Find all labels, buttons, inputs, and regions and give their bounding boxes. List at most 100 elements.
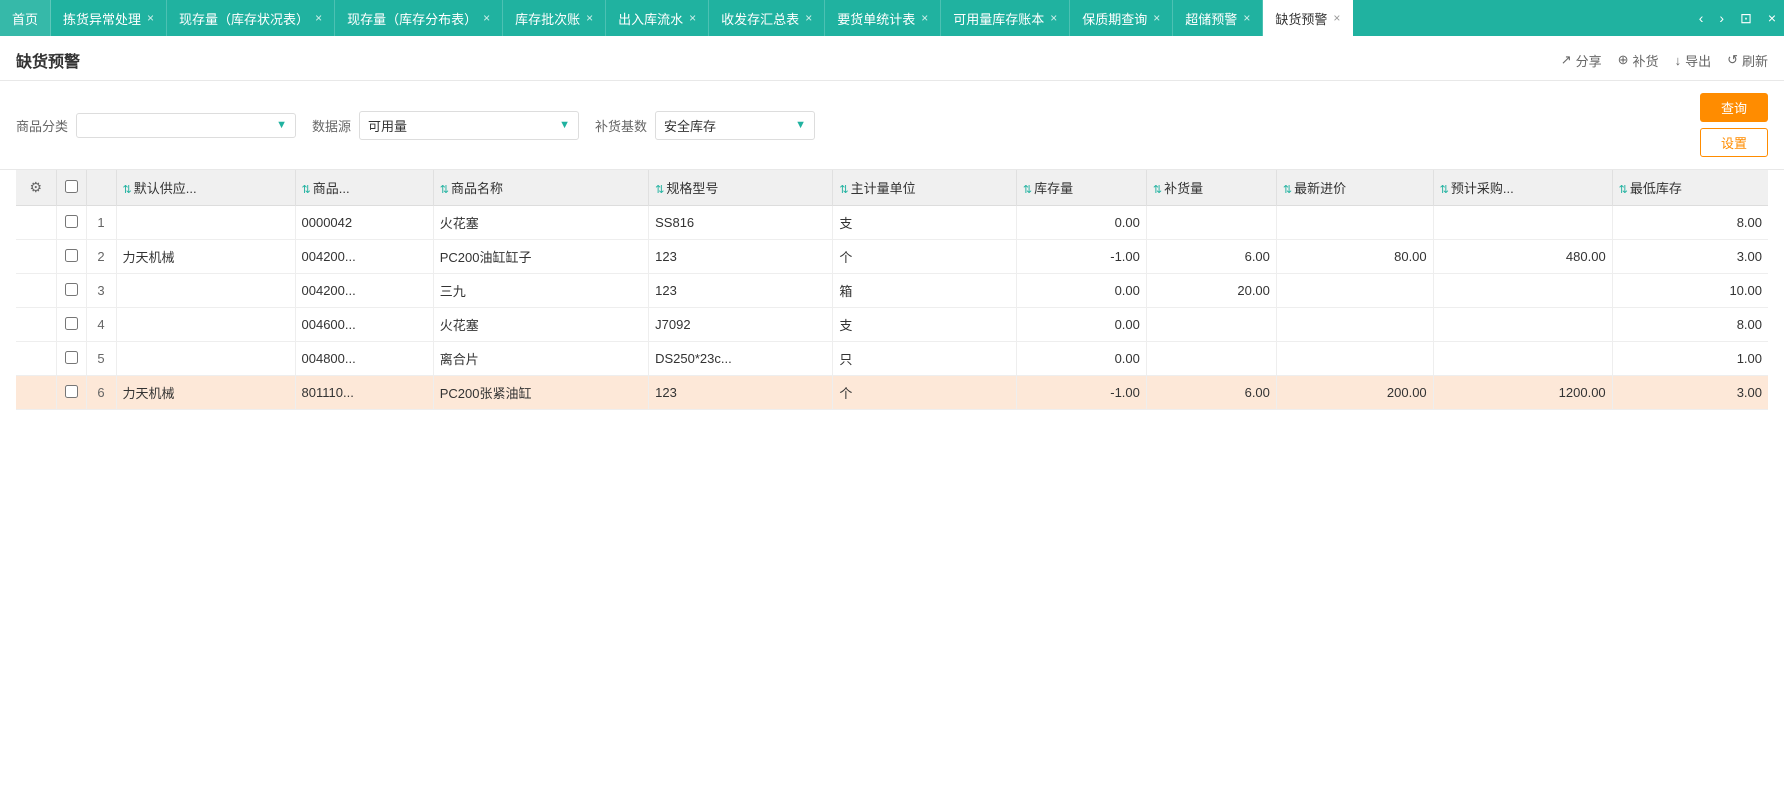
tab-close-overstock[interactable]: × xyxy=(1243,11,1250,25)
cell-unit-0: 支 xyxy=(833,206,1016,240)
row-checkbox-4[interactable] xyxy=(65,351,78,364)
export-button[interactable]: ↓ 导出 xyxy=(1675,51,1712,70)
cell-min_stock-2: 10.00 xyxy=(1612,274,1768,308)
cell-est_purchase-0 xyxy=(1433,206,1612,240)
tab-close-expiry-query[interactable]: × xyxy=(1153,11,1160,25)
cell-replenish_qty-0 xyxy=(1146,206,1276,240)
tab-recv-summary[interactable]: 收发存汇总表 × xyxy=(709,0,825,36)
datasource-value: 可用量 xyxy=(368,116,407,135)
category-select[interactable]: ▼ xyxy=(76,113,296,138)
cell-spec-4: DS250*23c... xyxy=(649,342,833,376)
table-row[interactable]: 2力天机械004200...PC200油缸缸子123个-1.006.0080.0… xyxy=(16,240,1768,274)
share-button[interactable]: ↗ 分享 xyxy=(1561,51,1602,70)
sort-icon-product_name[interactable]: ⇅ xyxy=(440,184,449,196)
table-row[interactable]: 3004200...三九123箱0.0020.0010.00 xyxy=(16,274,1768,308)
tab-restore-btn[interactable]: ⊡ xyxy=(1732,0,1760,36)
tab-expiry-query[interactable]: 保质期查询× xyxy=(1070,0,1173,36)
datasource-select[interactable]: 可用量 ▼ xyxy=(359,111,579,140)
sort-icon-stock_qty[interactable]: ⇅ xyxy=(1023,184,1032,196)
sort-icon-latest_price[interactable]: ⇅ xyxy=(1283,184,1292,196)
table-row[interactable]: 6力天机械801110...PC200张紧油缸123个-1.006.00200.… xyxy=(16,376,1768,410)
row-checkbox-1[interactable] xyxy=(65,249,78,262)
filter-bar: 商品分类 ▼ 数据源 可用量 ▼ 补货基数 安全库存 ▼ 查询 设置 xyxy=(0,81,1784,170)
sort-icon-est_purchase[interactable]: ⇅ xyxy=(1440,184,1449,196)
row-check-4[interactable] xyxy=(56,342,86,376)
cell-unit-5: 个 xyxy=(833,376,1016,410)
page-header: 缺货预警 ↗ 分享 ⊕ 补货 ↓ 导出 ↺ 刷新 xyxy=(0,36,1784,81)
tab-home[interactable]: 首页 xyxy=(0,0,51,36)
query-button[interactable]: 查询 xyxy=(1700,93,1768,122)
row-checkbox-2[interactable] xyxy=(65,283,78,296)
refresh-button[interactable]: ↺ 刷新 xyxy=(1727,51,1768,70)
tab-available-ledger[interactable]: 可用量库存账本× xyxy=(941,0,1070,36)
tab-close-in-out-flow[interactable]: × xyxy=(689,11,696,25)
tab-proc-abnormal[interactable]: 拣货异常处理× xyxy=(51,0,167,36)
th-product_name: ⇅商品名称 xyxy=(433,170,648,206)
row-checkbox-5[interactable] xyxy=(65,385,78,398)
cell-latest_price-0 xyxy=(1276,206,1433,240)
row-check-5[interactable] xyxy=(56,376,86,410)
cell-stock_qty-3: 0.00 xyxy=(1016,308,1146,342)
tab-close-demand-stats[interactable]: × xyxy=(921,11,928,25)
tab-demand-stats[interactable]: 要货单统计表× xyxy=(825,0,941,36)
row-checkbox-0[interactable] xyxy=(65,215,78,228)
tab-next-btn[interactable]: › xyxy=(1711,0,1732,36)
sort-icon-spec[interactable]: ⇅ xyxy=(655,184,664,196)
replenish-button[interactable]: ⊕ 补货 xyxy=(1618,51,1659,70)
settings-button[interactable]: 设置 xyxy=(1700,128,1768,157)
cell-stock_qty-0: 0.00 xyxy=(1016,206,1146,240)
tab-close-available-ledger[interactable]: × xyxy=(1050,11,1057,25)
cell-spec-0: SS816 xyxy=(649,206,833,240)
gear-icon[interactable]: ⚙ xyxy=(29,179,42,195)
cell-default_supplier-3 xyxy=(116,308,295,342)
tab-close-inventory-dist[interactable]: × xyxy=(483,11,490,25)
cell-min_stock-4: 1.00 xyxy=(1612,342,1768,376)
cell-unit-1: 个 xyxy=(833,240,1016,274)
tab-shortage[interactable]: 缺货预警× xyxy=(1263,0,1353,36)
cell-product_name-4: 离合片 xyxy=(433,342,648,376)
category-value xyxy=(85,118,89,133)
sort-icon-default_supplier[interactable]: ⇅ xyxy=(123,184,132,196)
cell-product_name-5: PC200张紧油缸 xyxy=(433,376,648,410)
tab-close-recv-summary[interactable]: × xyxy=(805,11,812,25)
cell-min_stock-5: 3.00 xyxy=(1612,376,1768,410)
sort-icon-min_stock[interactable]: ⇅ xyxy=(1619,184,1628,196)
tab-close-btn[interactable]: × xyxy=(1760,0,1784,36)
cell-default_supplier-2 xyxy=(116,274,295,308)
row-checkbox-3[interactable] xyxy=(65,317,78,330)
tab-label-in-out-flow: 出入库流水 xyxy=(618,9,683,28)
tab-label-recv-summary: 收发存汇总表 xyxy=(721,9,799,28)
tab-in-out-flow[interactable]: 出入库流水 × xyxy=(606,0,709,36)
table-row[interactable]: 10000042火花塞SS816支0.008.00 xyxy=(16,206,1768,240)
row-check-1[interactable] xyxy=(56,240,86,274)
tab-close-shortage[interactable]: × xyxy=(1333,11,1340,25)
row-check-0[interactable] xyxy=(56,206,86,240)
tab-close-proc-abnormal[interactable]: × xyxy=(147,11,154,25)
replenish-icon: ⊕ xyxy=(1618,52,1629,68)
tab-prev-btn[interactable]: ‹ xyxy=(1691,0,1712,36)
row-check-2[interactable] xyxy=(56,274,86,308)
replenish-base-select[interactable]: 安全库存 ▼ xyxy=(655,111,815,140)
category-label: 商品分类 xyxy=(16,116,68,135)
tab-batch-account[interactable]: 库存批次账× xyxy=(503,0,606,36)
tab-inventory-dist[interactable]: 现存量（库存分布表）× xyxy=(335,0,503,36)
row-gear-2 xyxy=(16,274,56,308)
cell-product_name-3: 火花塞 xyxy=(433,308,648,342)
tab-close-batch-account[interactable]: × xyxy=(586,11,593,25)
sort-icon-product_code[interactable]: ⇅ xyxy=(302,184,311,196)
th-gear[interactable]: ⚙ xyxy=(16,170,56,206)
sort-icon-unit[interactable]: ⇅ xyxy=(839,184,848,196)
tab-overstock[interactable]: 超储预警× xyxy=(1173,0,1263,36)
cell-replenish_qty-5: 6.00 xyxy=(1146,376,1276,410)
row-check-3[interactable] xyxy=(56,308,86,342)
select-all-checkbox[interactable] xyxy=(65,180,78,193)
sort-icon-replenish_qty[interactable]: ⇅ xyxy=(1153,184,1162,196)
th-product_code: ⇅商品... xyxy=(295,170,433,206)
tab-close-inventory-status[interactable]: × xyxy=(315,11,322,25)
table-row[interactable]: 5004800...离合片DS250*23c...只0.001.00 xyxy=(16,342,1768,376)
th-check[interactable] xyxy=(56,170,86,206)
cell-latest_price-5: 200.00 xyxy=(1276,376,1433,410)
tab-inventory-status[interactable]: 现存量（库存状况表）× xyxy=(167,0,335,36)
cell-est_purchase-3 xyxy=(1433,308,1612,342)
table-row[interactable]: 4004600...火花塞J7092支0.008.00 xyxy=(16,308,1768,342)
